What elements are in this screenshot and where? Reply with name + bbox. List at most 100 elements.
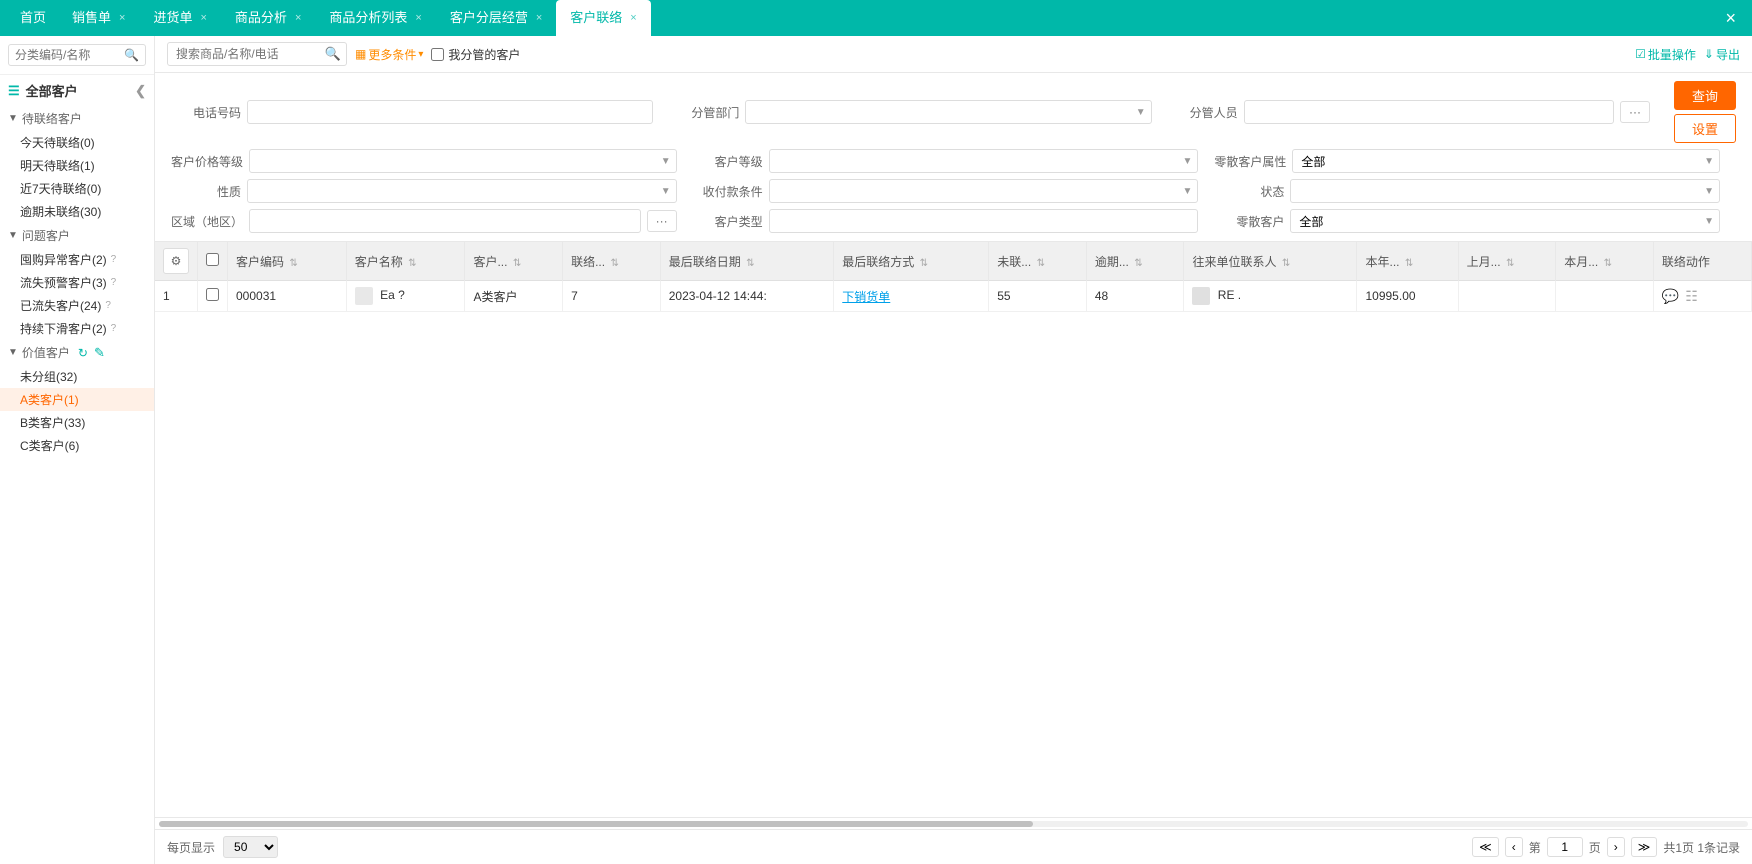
sidebar-item-7days[interactable]: 近7天待联络(0) xyxy=(0,177,154,200)
sort-icon[interactable]: ⇅ xyxy=(1405,258,1413,269)
col-unit-contact: 往来单位联系人 ⇅ xyxy=(1184,242,1357,281)
close-icon[interactable]: × xyxy=(119,0,125,36)
table-row: 1 000031 Ea ? A类客户 7 2023-04-12 14:44: xyxy=(155,281,1752,312)
sidebar-section-problem[interactable]: ▼ 问题客户 xyxy=(0,223,154,248)
close-icon[interactable]: × xyxy=(200,0,206,36)
scrollbar-track[interactable] xyxy=(159,821,1748,827)
filter-cell-phone: 电话号码 xyxy=(171,100,669,124)
sidebar-item-overdue[interactable]: 逾期未联络(30) xyxy=(0,200,154,223)
close-icon[interactable]: × xyxy=(536,0,542,36)
sidebar-item-class-b[interactable]: B类客户(33) xyxy=(0,411,154,434)
nav-tab-purchaseorder[interactable]: 进货单 × xyxy=(139,0,220,36)
sidebar-item-class-a[interactable]: A类客户(1) xyxy=(0,388,154,411)
export-button[interactable]: ⇓ 导出 xyxy=(1704,46,1740,63)
sidebar-item-churn-warning[interactable]: 流失预警客户(3) ? xyxy=(0,271,154,294)
nature-input[interactable] xyxy=(247,179,677,203)
edit-icon[interactable]: ✎ xyxy=(94,345,105,361)
horizontal-scrollbar[interactable] xyxy=(155,817,1752,829)
sort-icon[interactable]: ⇅ xyxy=(1037,258,1045,269)
grid-icon[interactable]: ☷ xyxy=(1685,288,1698,305)
row-checkbox-cell[interactable] xyxy=(198,281,228,312)
retail-customer-input[interactable] xyxy=(1290,209,1720,233)
customer-type-input[interactable] xyxy=(769,209,1199,233)
nav-tab-salesorder[interactable]: 销售单 × xyxy=(58,0,139,36)
query-button[interactable]: 查询 xyxy=(1674,81,1736,110)
sort-icon[interactable]: ⇅ xyxy=(1282,258,1290,269)
sidebar-all-customers[interactable]: ☰ 全部客户 ❮ xyxy=(0,75,154,106)
phone-input[interactable] xyxy=(247,100,653,124)
customer-level-wrap: ▼ xyxy=(769,149,1199,173)
more-conditions-button[interactable]: ▦ 更多条件 ▾ xyxy=(355,46,423,63)
row-last-method[interactable]: 下销货单 xyxy=(834,281,989,312)
sidebar-collapse-icon[interactable]: ❮ xyxy=(135,83,146,99)
phone-label: 电话号码 xyxy=(171,104,241,121)
sort-icon[interactable]: ⇅ xyxy=(1604,258,1612,269)
next-page-button[interactable]: › xyxy=(1607,837,1625,857)
filter-bar: 🔍 ▦ 更多条件 ▾ 我分管的客户 ☑ 批量操作 ⇓ 导出 xyxy=(155,36,1752,73)
sort-icon[interactable]: ⇅ xyxy=(289,258,297,269)
sort-icon[interactable]: ⇅ xyxy=(1134,258,1142,269)
payment-input[interactable] xyxy=(769,179,1199,203)
region-input[interactable] xyxy=(249,209,641,233)
prev-page-button[interactable]: ‹ xyxy=(1505,837,1523,857)
close-all-tabs-button[interactable]: × xyxy=(1717,8,1744,29)
nav-tab-customersegment[interactable]: 客户分层经营 × xyxy=(436,0,556,36)
help-icon: ? xyxy=(111,323,117,334)
nav-tab-productanalysis[interactable]: 商品分析 × xyxy=(221,0,315,36)
filter-cell-customer-level: 客户等级 ▼ xyxy=(693,149,1215,173)
sort-icon[interactable]: ⇅ xyxy=(408,258,416,269)
sidebar-item-unclassified[interactable]: 未分组(32) xyxy=(0,365,154,388)
sidebar-section-value[interactable]: ▼ 价值客户 ↻ ✎ xyxy=(0,340,154,365)
batch-ops-button[interactable]: ☑ 批量操作 xyxy=(1635,46,1696,63)
region-more-button[interactable]: ··· xyxy=(647,210,677,232)
per-page-select[interactable]: 50 100 200 xyxy=(223,836,278,858)
customer-level-input[interactable] xyxy=(769,149,1199,173)
close-icon[interactable]: × xyxy=(630,0,636,36)
row-checkbox[interactable] xyxy=(206,288,219,301)
search-input[interactable] xyxy=(167,42,347,66)
chat-icon[interactable]: 💬 xyxy=(1662,288,1679,305)
col-checkbox[interactable] xyxy=(198,242,228,281)
refresh-icon[interactable]: ↻ xyxy=(78,346,88,360)
sidebar-item-today[interactable]: 今天待联络(0) xyxy=(0,131,154,154)
row-index: 1 xyxy=(155,281,198,312)
retail-attr-input[interactable] xyxy=(1292,149,1720,173)
sidebar-item-declining[interactable]: 持续下滑客户(2) ? xyxy=(0,317,154,340)
filter-row-2: 客户价格等级 ▼ 客户等级 ▼ 零散客户属性 xyxy=(171,149,1736,173)
sidebar-item-class-c[interactable]: C类客户(6) xyxy=(0,434,154,457)
sidebar-section-pending[interactable]: ▼ 待联络客户 xyxy=(0,106,154,131)
scrollbar-thumb[interactable] xyxy=(159,821,1033,827)
row-actions: 💬 ☷ xyxy=(1662,288,1743,305)
sort-icon[interactable]: ⇅ xyxy=(513,258,521,269)
sidebar-item-abnormal[interactable]: 囤购异常客户(2) ? xyxy=(0,248,154,271)
table-settings-icon[interactable]: ⚙ xyxy=(163,248,189,274)
sidebar: 🔍 ☰ 全部客户 ❮ ▼ 待联络客户 今天待联络(0) 明天待联络(1) 近7天… xyxy=(0,36,155,864)
dept-input[interactable] xyxy=(745,100,1151,124)
my-customers-checkbox[interactable] xyxy=(431,48,444,61)
sidebar-item-tomorrow[interactable]: 明天待联络(1) xyxy=(0,154,154,177)
page-input[interactable] xyxy=(1547,837,1583,857)
select-all-checkbox[interactable] xyxy=(206,253,219,266)
sort-icon[interactable]: ⇅ xyxy=(746,258,754,269)
col-gear[interactable]: ⚙ xyxy=(155,242,198,281)
my-customers-checkbox-label[interactable]: 我分管的客户 xyxy=(431,46,520,63)
last-page-button[interactable]: ≫ xyxy=(1631,837,1658,857)
person-more-button[interactable]: ··· xyxy=(1620,101,1650,123)
last-method-link[interactable]: 下销货单 xyxy=(842,290,890,304)
page-info: ≪ ‹ 第 页 › ≫ 共1页 1条记录 xyxy=(1472,837,1740,857)
nav-tab-productlist[interactable]: 商品分析列表 × xyxy=(315,0,435,36)
nav-home[interactable]: 首页 xyxy=(8,0,58,36)
sort-icon[interactable]: ⇅ xyxy=(610,258,618,269)
sidebar-item-churned[interactable]: 已流失客户(24) ? xyxy=(0,294,154,317)
close-icon[interactable]: × xyxy=(415,0,421,36)
sort-icon[interactable]: ⇅ xyxy=(1506,258,1514,269)
close-icon[interactable]: × xyxy=(295,0,301,36)
nav-tab-customercontact[interactable]: 客户联络 × xyxy=(556,0,650,36)
price-level-input[interactable] xyxy=(249,149,677,173)
person-input[interactable] xyxy=(1244,100,1614,124)
search-button[interactable]: 🔍 xyxy=(325,46,341,62)
first-page-button[interactable]: ≪ xyxy=(1472,837,1499,857)
sort-icon[interactable]: ⇅ xyxy=(920,258,928,269)
settings-button[interactable]: 设置 xyxy=(1674,114,1736,143)
status-input[interactable] xyxy=(1290,179,1720,203)
